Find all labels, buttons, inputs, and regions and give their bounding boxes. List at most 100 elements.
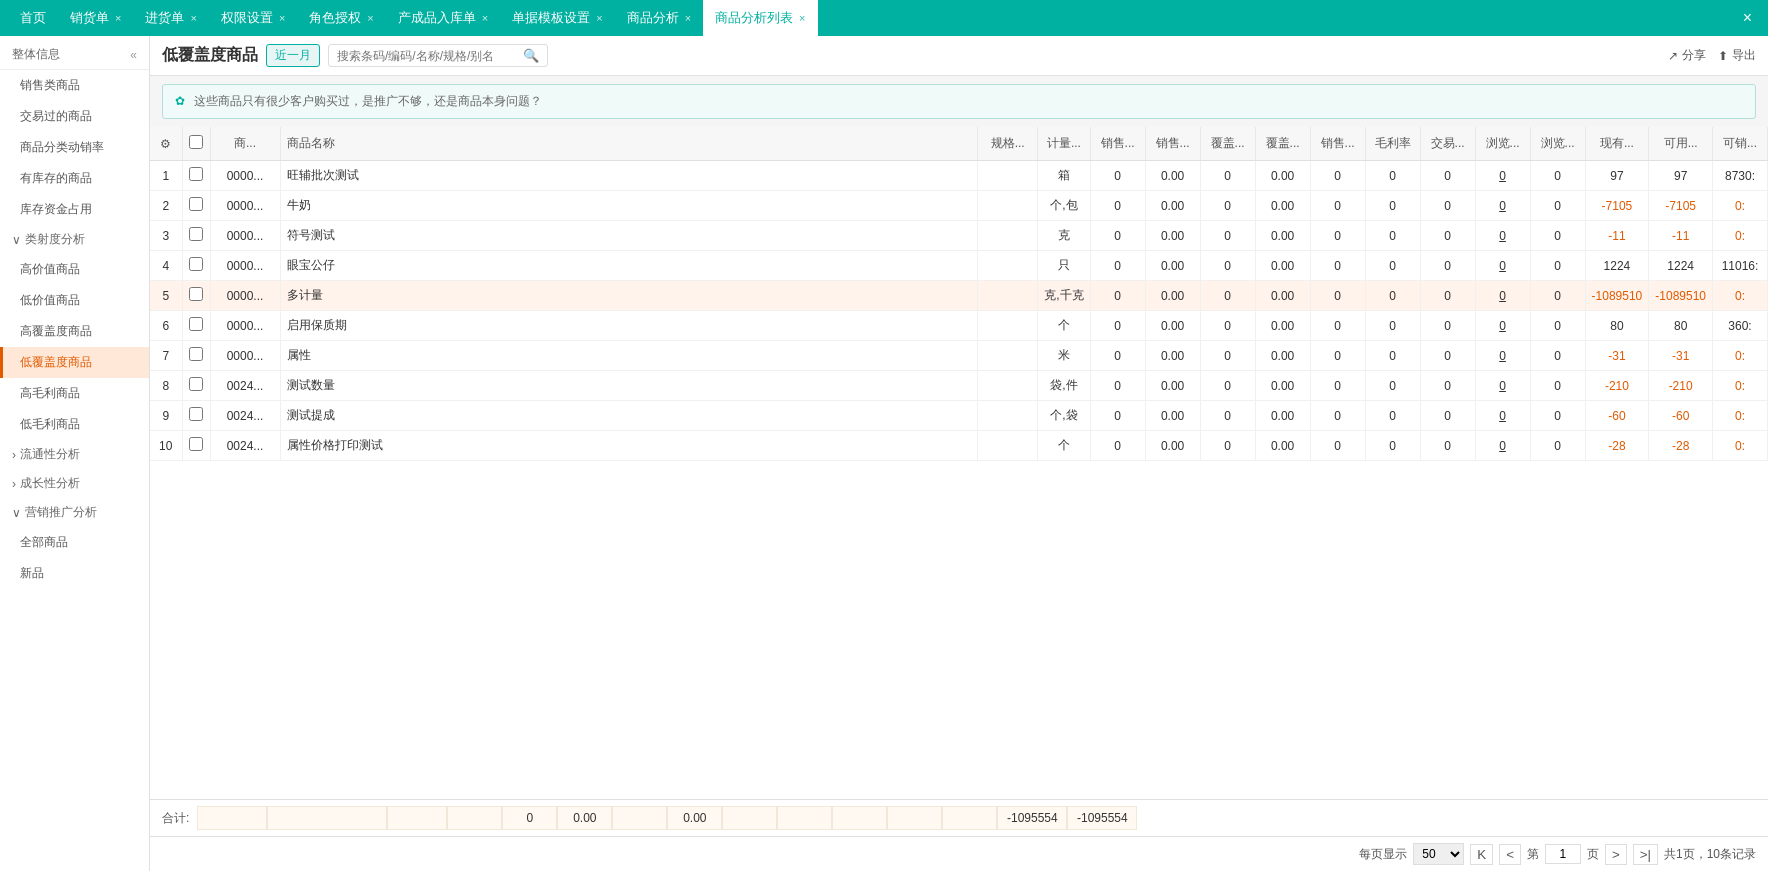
cell-browse1[interactable]: 0 [1475, 401, 1530, 431]
time-filter-button[interactable]: 近一月 [266, 44, 320, 67]
close-icon[interactable]: × [115, 12, 121, 24]
cell-check[interactable] [182, 341, 210, 371]
export-button[interactable]: ⬆ 导出 [1718, 47, 1756, 64]
row-checkbox[interactable] [189, 437, 203, 451]
cell-sales-amount: 0.00 [1145, 431, 1200, 461]
window-close-button[interactable]: × [1735, 9, 1760, 27]
nav-purchase-order[interactable]: 进货单 × [133, 0, 208, 36]
cell-browse1[interactable]: 0 [1475, 161, 1530, 191]
close-icon[interactable]: × [482, 12, 488, 24]
cell-sellable: 0: [1713, 401, 1768, 431]
nav-template-settings[interactable]: 单据模板设置 × [500, 0, 614, 36]
cell-check[interactable] [182, 251, 210, 281]
share-button[interactable]: ↗ 分享 [1668, 47, 1706, 64]
row-checkbox[interactable] [189, 287, 203, 301]
row-checkbox[interactable] [189, 227, 203, 241]
sidebar-item-high-margin[interactable]: 高毛利商品 [0, 378, 149, 409]
sidebar-item-stock-capital[interactable]: 库存资金占用 [0, 194, 149, 225]
cell-sellable: 0: [1713, 371, 1768, 401]
page-title: 低覆盖度商品 [162, 45, 258, 66]
next-page-button[interactable]: > [1605, 844, 1627, 865]
first-page-button[interactable]: K [1470, 844, 1493, 865]
nav-home[interactable]: 首页 [8, 0, 58, 36]
close-icon[interactable]: × [799, 12, 805, 24]
cell-browse1[interactable]: 0 [1475, 341, 1530, 371]
cell-check[interactable] [182, 221, 210, 251]
row-checkbox[interactable] [189, 407, 203, 421]
table-row: 8 0024... 测试数量 袋,件 0 0.00 0 0.00 0 0 0 0… [150, 371, 1768, 401]
sidebar-item-all-goods[interactable]: 全部商品 [0, 527, 149, 558]
cell-spec [978, 401, 1038, 431]
cell-browse1[interactable]: 0 [1475, 431, 1530, 461]
sidebar-item-high-value[interactable]: 高价值商品 [0, 254, 149, 285]
row-checkbox[interactable] [189, 167, 203, 181]
nav-product-analysis[interactable]: 商品分析 × [615, 0, 703, 36]
cell-cover1: 0 [1200, 371, 1255, 401]
sidebar-item-high-coverage[interactable]: 高覆盖度商品 [0, 316, 149, 347]
cell-cover2: 0.00 [1255, 371, 1310, 401]
cell-check[interactable] [182, 401, 210, 431]
summary-spacer4 [447, 806, 502, 830]
row-checkbox[interactable] [189, 317, 203, 331]
th-check[interactable] [182, 127, 210, 161]
sidebar-item-low-margin[interactable]: 低毛利商品 [0, 409, 149, 440]
last-page-button[interactable]: >| [1633, 844, 1658, 865]
cell-current-stock: -28 [1585, 431, 1649, 461]
th-cover1: 覆盖... [1200, 127, 1255, 161]
nav-sales-order[interactable]: 销货单 × [58, 0, 133, 36]
cell-available-stock: -31 [1649, 341, 1713, 371]
select-all-checkbox[interactable] [189, 135, 203, 149]
sidebar-item-sales-goods[interactable]: 销售类商品 [0, 70, 149, 101]
cell-browse1[interactable]: 0 [1475, 311, 1530, 341]
summary-spacer1 [197, 806, 267, 830]
cell-browse1[interactable]: 0 [1475, 281, 1530, 311]
sidebar-item-traded-goods[interactable]: 交易过的商品 [0, 101, 149, 132]
search-input[interactable] [337, 49, 523, 63]
sidebar-item-low-value[interactable]: 低价值商品 [0, 285, 149, 316]
cell-available-stock: -210 [1649, 371, 1713, 401]
table-wrapper[interactable]: ⚙ 商... 商品名称 规格... 计量... 销售... 销售... 覆盖..… [150, 127, 1768, 799]
sidebar-section-growth[interactable]: › 成长性分析 [0, 469, 149, 498]
sidebar-item-category-rate[interactable]: 商品分类动销率 [0, 132, 149, 163]
cell-check[interactable] [182, 281, 210, 311]
sidebar-section-liquidity[interactable]: › 流通性分析 [0, 440, 149, 469]
cell-current-stock: -60 [1585, 401, 1649, 431]
per-page-select[interactable]: 50 20 100 [1413, 843, 1464, 865]
cell-available-stock: 1224 [1649, 251, 1713, 281]
cell-check[interactable] [182, 371, 210, 401]
cell-browse1[interactable]: 0 [1475, 371, 1530, 401]
close-icon[interactable]: × [596, 12, 602, 24]
cell-check[interactable] [182, 161, 210, 191]
prev-page-button[interactable]: < [1499, 844, 1521, 865]
nav-product-analysis-list[interactable]: 商品分析列表 × [703, 0, 817, 36]
cell-sellable: 11016: [1713, 251, 1768, 281]
summary-spacer2 [267, 806, 387, 830]
cell-check[interactable] [182, 191, 210, 221]
cell-cover1: 0 [1200, 311, 1255, 341]
cell-check[interactable] [182, 311, 210, 341]
close-icon[interactable]: × [190, 12, 196, 24]
row-checkbox[interactable] [189, 377, 203, 391]
close-icon[interactable]: × [685, 12, 691, 24]
sidebar-section-coverage[interactable]: ∨ 类射度分析 [0, 225, 149, 254]
row-checkbox[interactable] [189, 257, 203, 271]
nav-product-warehouse[interactable]: 产成品入库单 × [386, 0, 500, 36]
close-icon[interactable]: × [367, 12, 373, 24]
summary-spacer9 [942, 806, 997, 830]
page-number-input[interactable] [1545, 844, 1581, 864]
sidebar-item-low-coverage[interactable]: 低覆盖度商品 [0, 347, 149, 378]
sidebar-section-marketing[interactable]: ∨ 营销推广分析 [0, 498, 149, 527]
row-checkbox[interactable] [189, 197, 203, 211]
sidebar-item-new-goods[interactable]: 新品 [0, 558, 149, 589]
sidebar-item-stocked-goods[interactable]: 有库存的商品 [0, 163, 149, 194]
nav-permission-settings[interactable]: 权限设置 × [209, 0, 297, 36]
sidebar-collapse-button[interactable]: « [130, 48, 137, 62]
cell-browse1[interactable]: 0 [1475, 221, 1530, 251]
close-icon[interactable]: × [279, 12, 285, 24]
row-checkbox[interactable] [189, 347, 203, 361]
cell-browse1[interactable]: 0 [1475, 251, 1530, 281]
nav-role-auth[interactable]: 角色授权 × [297, 0, 385, 36]
cell-check[interactable] [182, 431, 210, 461]
cell-browse1[interactable]: 0 [1475, 191, 1530, 221]
th-settings[interactable]: ⚙ [150, 127, 182, 161]
